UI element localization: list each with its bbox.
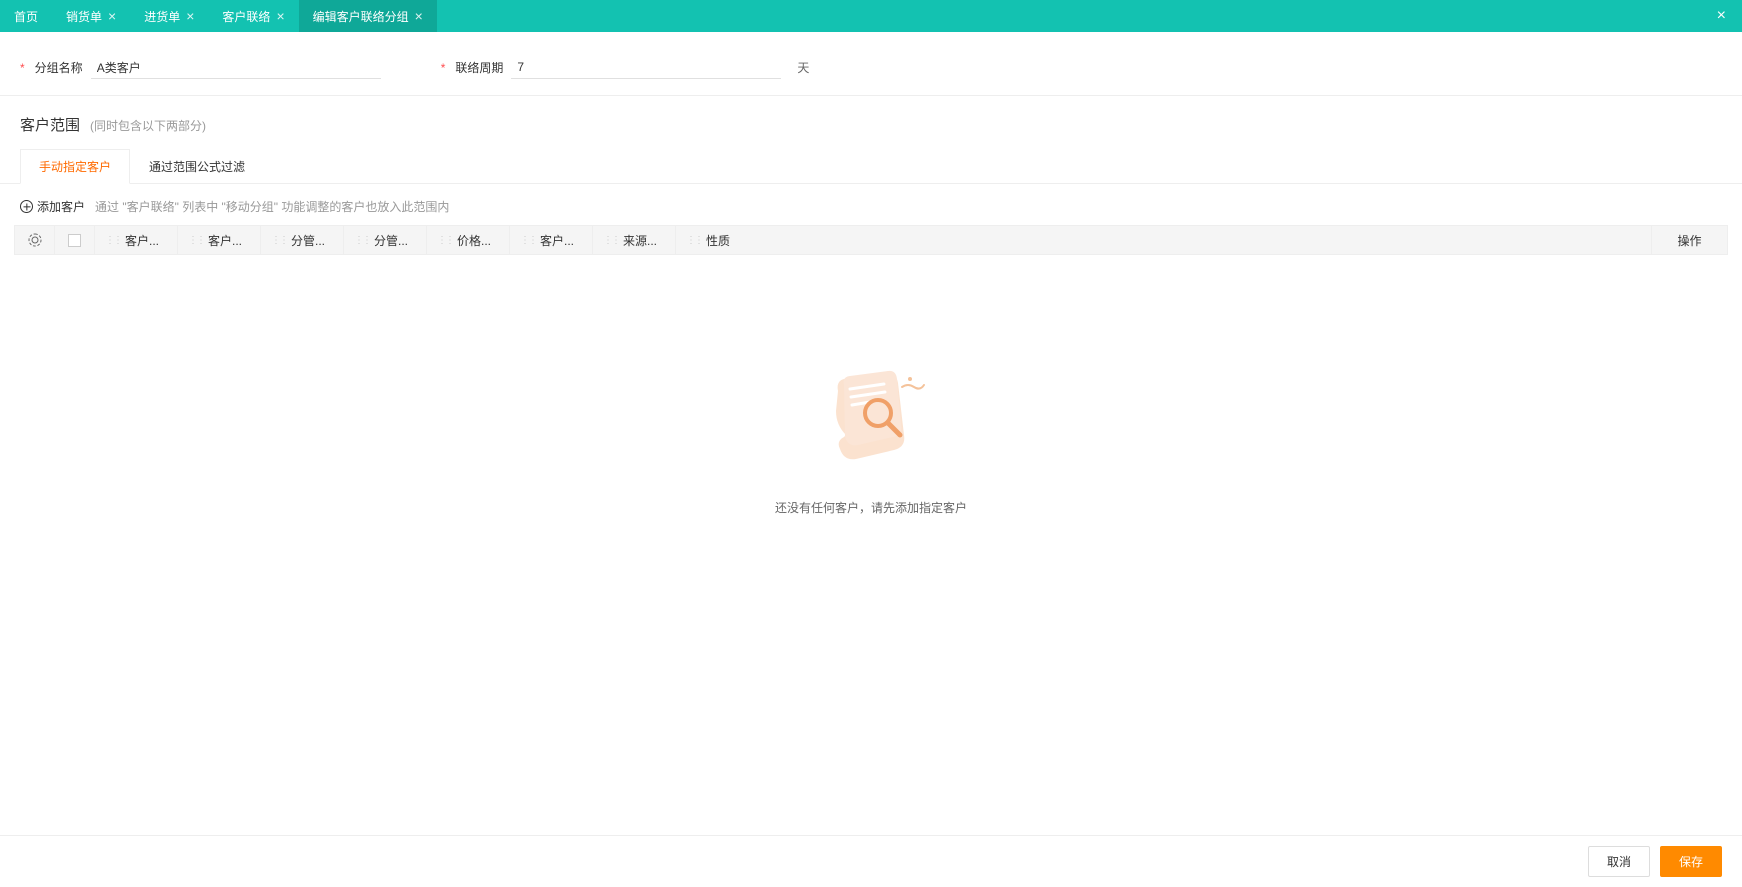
group-name-label: 分组名称 bbox=[35, 59, 83, 76]
close-icon[interactable]: × bbox=[108, 9, 116, 23]
column-settings[interactable] bbox=[15, 226, 55, 254]
tab-purchase[interactable]: 进货单 × bbox=[130, 0, 208, 32]
drag-handle-icon[interactable]: ⋮⋮ bbox=[686, 235, 702, 246]
tab-edit-group-label: 编辑客户联络分组 bbox=[313, 8, 409, 25]
content-area: * 分组名称 * 联络周期 天 客户范围 (同时包含以下两部分) 手动指定客户 … bbox=[0, 32, 1742, 835]
column-label: 客户... bbox=[125, 232, 159, 249]
section-header: 客户范围 (同时包含以下两部分) bbox=[0, 96, 1742, 149]
column-label: 分管... bbox=[291, 232, 325, 249]
column-label: 来源... bbox=[623, 232, 657, 249]
required-mark: * bbox=[20, 61, 25, 75]
contact-cycle-field: * 联络周期 天 bbox=[441, 56, 810, 79]
gear-icon bbox=[28, 234, 41, 247]
tab-sales-label: 销货单 bbox=[66, 8, 102, 25]
tab-home[interactable]: 首页 bbox=[0, 0, 52, 32]
section-hint: (同时包含以下两部分) bbox=[90, 117, 206, 134]
top-tabs-bar: 首页 销货单 × 进货单 × 客户联络 × 编辑客户联络分组 × × bbox=[0, 0, 1742, 32]
column-label: 性质 bbox=[706, 232, 730, 249]
document-search-icon bbox=[806, 365, 936, 475]
table-header: ⋮⋮ 客户... ⋮⋮ 客户... ⋮⋮ 分管... ⋮⋮ 分管... ⋮⋮ 价… bbox=[14, 225, 1728, 255]
column-header[interactable]: ⋮⋮ 性质 bbox=[676, 226, 1652, 254]
required-mark: * bbox=[441, 61, 446, 75]
drag-handle-icon[interactable]: ⋮⋮ bbox=[603, 235, 619, 246]
table-container: ⋮⋮ 客户... ⋮⋮ 客户... ⋮⋮ 分管... ⋮⋮ 分管... ⋮⋮ 价… bbox=[0, 225, 1742, 556]
tab-customer-contact-label: 客户联络 bbox=[222, 8, 270, 25]
column-label: 分管... bbox=[374, 232, 408, 249]
tab-home-label: 首页 bbox=[14, 8, 38, 25]
inner-tab-formula-label: 通过范围公式过滤 bbox=[149, 160, 245, 174]
group-name-input[interactable] bbox=[91, 56, 381, 79]
column-header[interactable]: ⋮⋮ 分管... bbox=[344, 226, 427, 254]
drag-handle-icon[interactable]: ⋮⋮ bbox=[437, 235, 453, 246]
empty-illustration bbox=[806, 365, 936, 475]
column-label: 客户... bbox=[208, 232, 242, 249]
column-label: 价格... bbox=[457, 232, 491, 249]
add-customer-button[interactable]: 添加客户 bbox=[20, 198, 85, 215]
tab-edit-group[interactable]: 编辑客户联络分组 × bbox=[299, 0, 437, 32]
close-all-icon[interactable]: × bbox=[1709, 7, 1734, 25]
drag-handle-icon[interactable]: ⋮⋮ bbox=[188, 235, 204, 246]
tabs-right-actions: × bbox=[1709, 0, 1742, 32]
tab-sales[interactable]: 销货单 × bbox=[52, 0, 130, 32]
save-button[interactable]: 保存 bbox=[1660, 846, 1722, 877]
form-row: * 分组名称 * 联络周期 天 bbox=[0, 32, 1742, 95]
column-label: 客户... bbox=[540, 232, 574, 249]
tab-purchase-label: 进货单 bbox=[144, 8, 180, 25]
inner-tabs: 手动指定客户 通过范围公式过滤 bbox=[0, 149, 1742, 184]
column-header[interactable]: ⋮⋮ 分管... bbox=[261, 226, 344, 254]
column-header[interactable]: ⋮⋮ 客户... bbox=[510, 226, 593, 254]
column-header[interactable]: ⋮⋮ 客户... bbox=[178, 226, 261, 254]
checkbox-icon bbox=[68, 234, 81, 247]
group-name-field: * 分组名称 bbox=[20, 56, 381, 79]
footer: 取消 保存 bbox=[0, 835, 1742, 887]
column-header[interactable]: ⋮⋮ 客户... bbox=[95, 226, 178, 254]
empty-state: 还没有任何客户，请先添加指定客户 bbox=[14, 255, 1728, 556]
close-icon[interactable]: × bbox=[415, 9, 423, 23]
inner-tab-manual[interactable]: 手动指定客户 bbox=[20, 149, 130, 184]
select-all-checkbox[interactable] bbox=[55, 226, 95, 254]
drag-handle-icon[interactable]: ⋮⋮ bbox=[271, 235, 287, 246]
column-header[interactable]: ⋮⋮ 价格... bbox=[427, 226, 510, 254]
drag-handle-icon[interactable]: ⋮⋮ bbox=[105, 235, 121, 246]
column-header[interactable]: ⋮⋮ 来源... bbox=[593, 226, 676, 254]
contact-cycle-label: 联络周期 bbox=[455, 59, 503, 76]
contact-cycle-input[interactable] bbox=[511, 56, 781, 79]
close-icon[interactable]: × bbox=[186, 9, 194, 23]
add-customer-label: 添加客户 bbox=[37, 198, 85, 215]
contact-cycle-unit: 天 bbox=[797, 59, 809, 76]
empty-text: 还没有任何客户，请先添加指定客户 bbox=[775, 499, 967, 516]
drag-handle-icon[interactable]: ⋮⋮ bbox=[520, 235, 536, 246]
tab-customer-contact[interactable]: 客户联络 × bbox=[208, 0, 298, 32]
close-icon[interactable]: × bbox=[276, 9, 284, 23]
inner-tab-manual-label: 手动指定客户 bbox=[39, 160, 111, 174]
inner-tab-formula[interactable]: 通过范围公式过滤 bbox=[130, 149, 264, 184]
drag-handle-icon[interactable]: ⋮⋮ bbox=[354, 235, 370, 246]
cancel-button[interactable]: 取消 bbox=[1588, 846, 1650, 877]
column-action-label: 操作 bbox=[1677, 232, 1701, 249]
toolbar: 添加客户 通过 "客户联络" 列表中 "移动分组" 功能调整的客户也放入此范围内 bbox=[0, 184, 1742, 225]
plus-icon bbox=[20, 200, 33, 213]
section-title: 客户范围 bbox=[20, 114, 80, 135]
column-action: 操作 bbox=[1652, 226, 1727, 254]
toolbar-hint: 通过 "客户联络" 列表中 "移动分组" 功能调整的客户也放入此范围内 bbox=[95, 198, 449, 215]
